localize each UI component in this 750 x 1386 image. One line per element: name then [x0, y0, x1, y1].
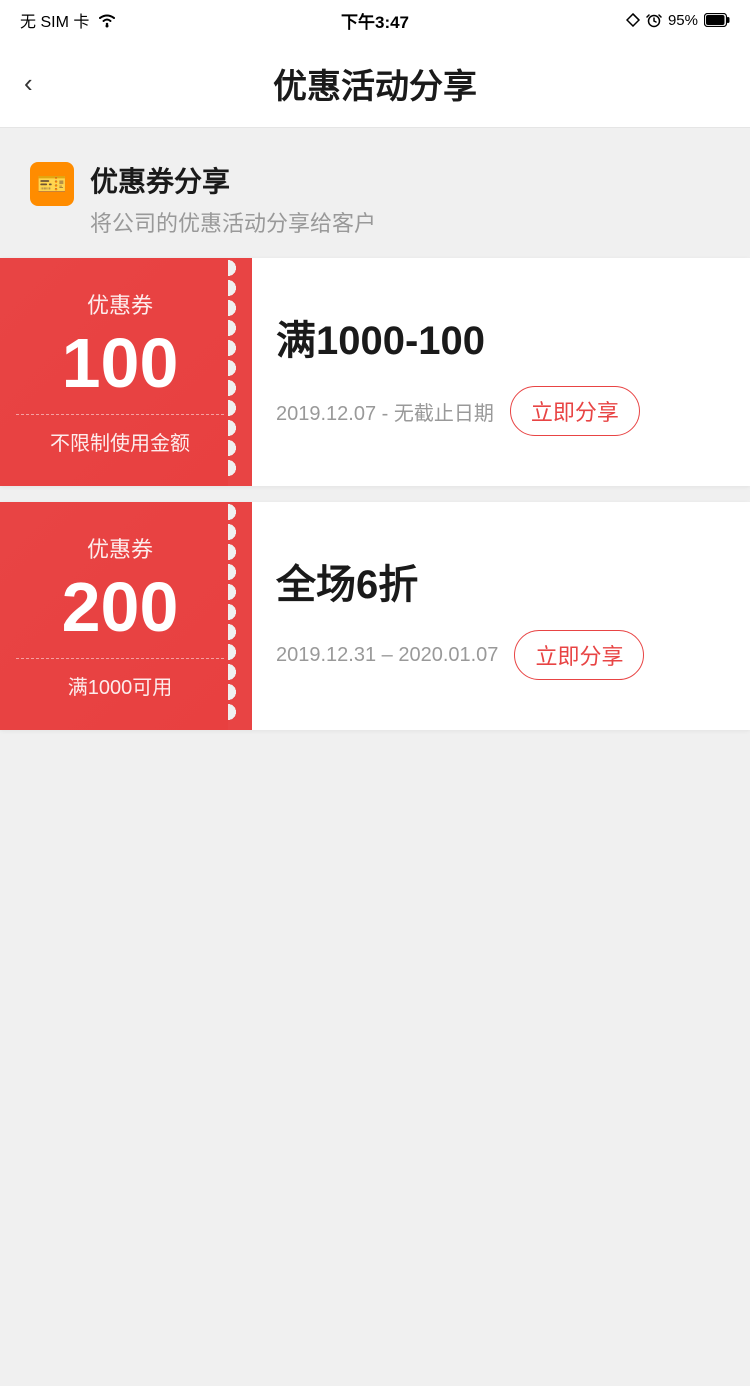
section-subtitle: 将公司的优惠活动分享给客户	[90, 206, 376, 238]
coupon-right-2: 全场6折 2019.12.31 – 2020.01.07 立即分享	[240, 502, 750, 730]
alarm-icon	[646, 12, 662, 28]
section-title: 优惠券分享	[90, 160, 376, 200]
section-icon: 🎫	[30, 162, 74, 206]
coupon-left-2: 优惠券 200 满1000可用	[0, 502, 240, 730]
status-left: 无 SIM 卡	[20, 8, 117, 32]
coupon-condition-2: 满1000可用	[68, 671, 173, 700]
page-title: 优惠活动分享	[273, 59, 477, 108]
coupon-title-1: 满1000-100	[276, 308, 726, 366]
section-icon-emoji: 🎫	[37, 170, 67, 199]
coupon-title-2: 全场6折	[276, 552, 726, 610]
location-icon	[626, 13, 640, 27]
coupon-label-2: 优惠券	[87, 532, 153, 564]
coupon-date-2: 2019.12.31 – 2020.01.07	[276, 644, 498, 667]
status-bar: 无 SIM 卡 下午3:47 95%	[0, 0, 750, 40]
coupon-meta-2: 2019.12.31 – 2020.01.07 立即分享	[276, 630, 726, 680]
coupon-amount-1: 100	[62, 328, 179, 398]
coupon-amount-2: 200	[62, 572, 179, 642]
share-button-2[interactable]: 立即分享	[514, 630, 644, 680]
coupon-label-1: 优惠券	[87, 288, 153, 320]
status-time: 下午3:47	[341, 8, 409, 33]
bottom-spacer	[0, 786, 750, 1386]
share-button-1[interactable]: 立即分享	[510, 386, 640, 436]
back-button[interactable]: ‹	[24, 68, 33, 99]
coupon-card-2: 优惠券 200 满1000可用 全场6折 2019.12.31 – 2020.0…	[0, 502, 750, 730]
section-text: 优惠券分享 将公司的优惠活动分享给客户	[90, 160, 376, 238]
coupon-meta-1: 2019.12.07 - 无截止日期 立即分享	[276, 386, 726, 436]
coupon-right-1: 满1000-100 2019.12.07 - 无截止日期 立即分享	[240, 258, 750, 486]
nav-bar: ‹ 优惠活动分享	[0, 40, 750, 128]
coupon-condition-1: 不限制使用金额	[50, 427, 190, 456]
coupon-card-1: 优惠券 100 不限制使用金额 满1000-100 2019.12.07 - 无…	[0, 258, 750, 486]
carrier-text: 无 SIM 卡	[20, 8, 89, 32]
battery-text: 95%	[668, 12, 698, 29]
status-right: 95%	[626, 12, 730, 29]
wifi-icon	[97, 13, 117, 28]
coupon-list: 优惠券 100 不限制使用金额 满1000-100 2019.12.07 - 无…	[0, 258, 750, 786]
coupon-left-1: 优惠券 100 不限制使用金额	[0, 258, 240, 486]
battery-icon	[704, 13, 730, 27]
section-header: 🎫 优惠券分享 将公司的优惠活动分享给客户	[0, 128, 750, 258]
coupon-date-1: 2019.12.07 - 无截止日期	[276, 397, 494, 426]
